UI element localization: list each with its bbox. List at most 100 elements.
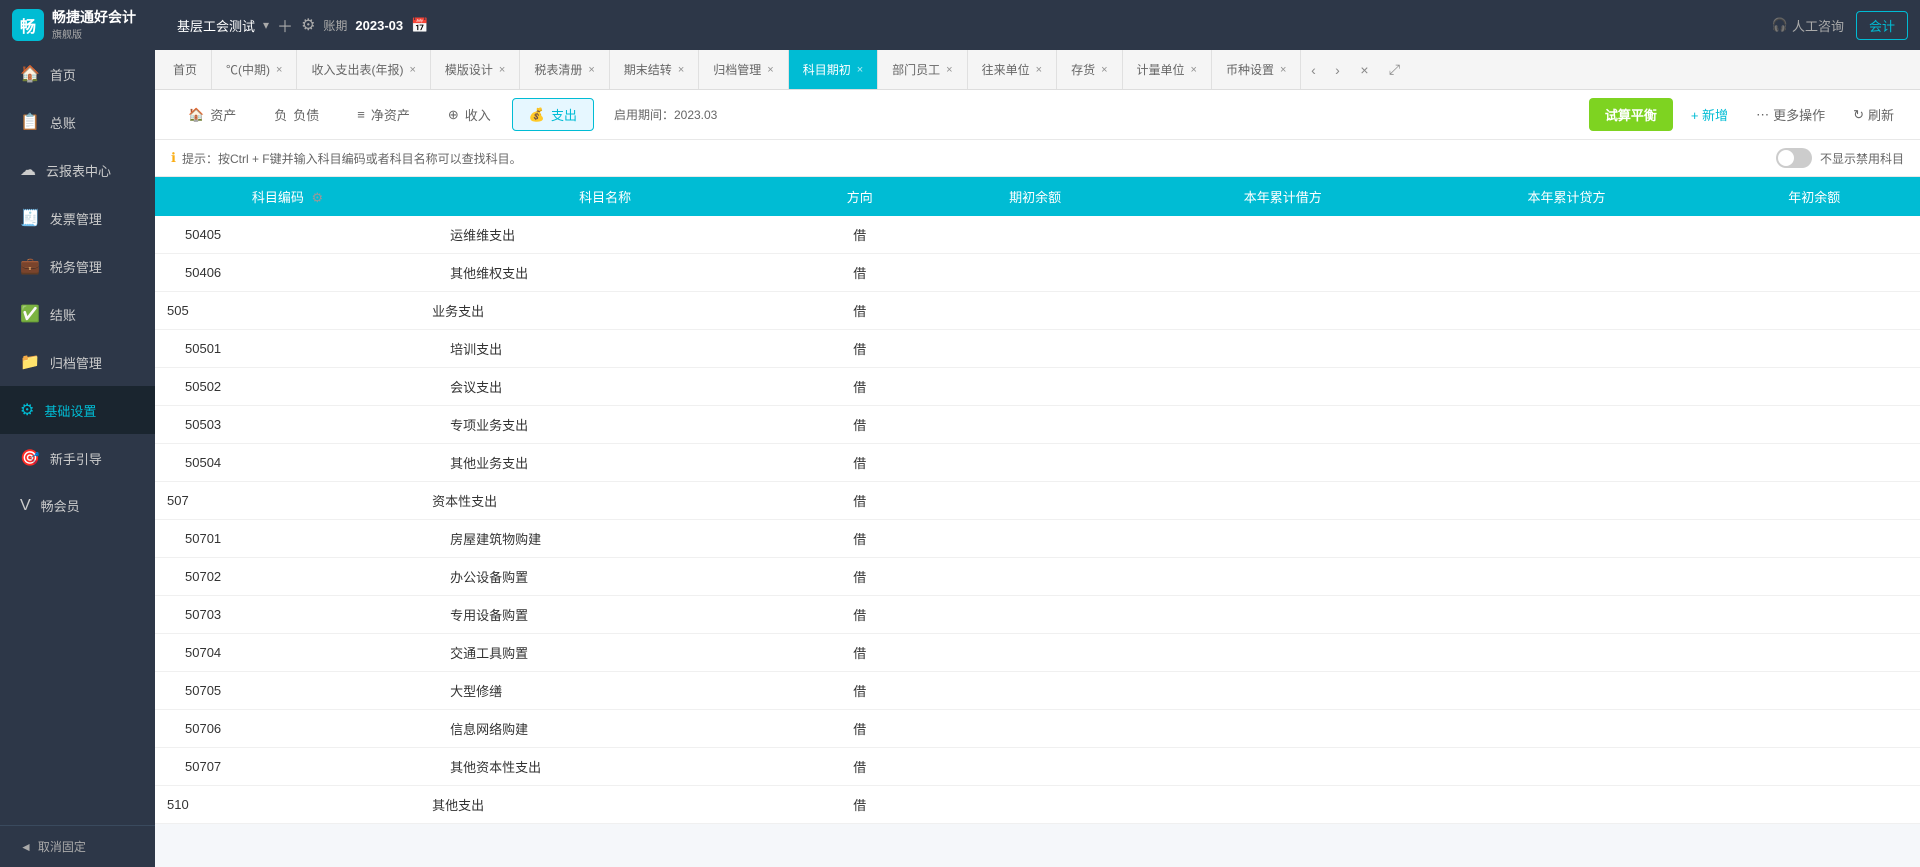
cell-ytd-credit — [1425, 748, 1709, 786]
tab-template[interactable]: 模版设计 × — [431, 50, 520, 90]
account-button[interactable]: 会计 — [1856, 11, 1908, 40]
tab-currency-close[interactable]: × — [1280, 64, 1286, 76]
tab-tax-table[interactable]: 税表清册 × — [520, 50, 609, 90]
tab-archive-mgmt[interactable]: 归档管理 × — [699, 50, 788, 90]
table-row[interactable]: 50502会议支出借 — [155, 368, 1920, 406]
tab-archive-mgmt-close[interactable]: × — [767, 64, 773, 76]
tab-inventory-label: 存货 — [1071, 61, 1095, 78]
tab-annual-report[interactable]: 收入支出表(年报) × — [297, 50, 430, 90]
tab-subject-init[interactable]: 科目期初 × — [789, 50, 878, 90]
sidebar-item-reports[interactable]: ☁ 云报表中心 — [0, 146, 155, 194]
sidebar-item-archive[interactable]: 📁 归档管理 — [0, 338, 155, 386]
sidebar-item-tax[interactable]: 💼 税务管理 — [0, 242, 155, 290]
table-row[interactable]: 50706信息网络购建借 — [155, 710, 1920, 748]
tab-currency[interactable]: 币种设置 × — [1212, 50, 1301, 90]
tab-dept-staff-close[interactable]: × — [946, 64, 952, 76]
add-tab-button[interactable]: ＋ — [277, 13, 293, 37]
add-button[interactable]: + 新增 — [1681, 98, 1738, 131]
tab-counterparty-close[interactable]: × — [1036, 64, 1042, 76]
table-row[interactable]: 50406其他维权支出借 — [155, 254, 1920, 292]
table-row[interactable]: 50704交通工具购置借 — [155, 634, 1920, 672]
tab-dept-staff[interactable]: 部门员工 × — [878, 50, 967, 90]
table-row[interactable]: 507资本性支出借 — [155, 482, 1920, 520]
table-row[interactable]: 50702办公设备购置借 — [155, 558, 1920, 596]
cell-ytd-debit — [1141, 368, 1425, 406]
table-row[interactable]: 50705大型修缮借 — [155, 672, 1920, 710]
tab-unit-close[interactable]: × — [1191, 64, 1197, 76]
sub-tab-equity-label: 净资产 — [371, 105, 410, 124]
table-row[interactable]: 50504其他业务支出借 — [155, 444, 1920, 482]
cell-ytd-credit — [1425, 368, 1709, 406]
sidebar-item-guide[interactable]: 🎯 新手引导 — [0, 434, 155, 482]
sidebar-item-settings[interactable]: ⚙ 基础设置 — [0, 386, 155, 434]
tab-period-transfer[interactable]: 期末结转 × — [610, 50, 699, 90]
tab-prev-button[interactable]: ‹ — [1301, 50, 1325, 90]
sidebar-collapse-button[interactable]: ◄ 取消固定 — [0, 825, 155, 867]
table-row[interactable]: 505业务支出借 — [155, 292, 1920, 330]
refresh-button[interactable]: ↻ 刷新 — [1843, 98, 1904, 131]
cell-ytd-credit — [1425, 558, 1709, 596]
tab-counterparty[interactable]: 往来单位 × — [968, 50, 1057, 90]
table-row[interactable]: 510其他支出借 — [155, 786, 1920, 824]
headset-icon: 🎧 — [1772, 17, 1788, 33]
table-row[interactable]: 50703专用设备购置借 — [155, 596, 1920, 634]
sidebar-item-closing[interactable]: ✅ 结账 — [0, 290, 155, 338]
asset-icon: 🏠 — [188, 107, 204, 123]
sub-tab-equity[interactable]: ≡ 净资产 — [340, 98, 427, 131]
tab-mid-period[interactable]: ℃(中期) × — [212, 50, 297, 90]
sidebar-item-member[interactable]: V 畅会员 — [0, 482, 155, 529]
header-ytd-credit: 本年累计贷方 — [1425, 177, 1709, 216]
content-area: 首页 ℃(中期) × 收入支出表(年报) × 模版设计 × 税表清册 × — [155, 50, 1920, 867]
tab-next-button[interactable]: › — [1325, 50, 1349, 90]
sidebar-item-home[interactable]: 🏠 首页 — [0, 50, 155, 98]
sub-tab-liability[interactable]: 负 负债 — [257, 98, 336, 131]
sidebar-item-ledger[interactable]: 📋 总账 — [0, 98, 155, 146]
calendar-icon[interactable]: 📅 — [411, 17, 428, 34]
cell-ytd-credit — [1425, 520, 1709, 558]
table-row[interactable]: 50501培训支出借 — [155, 330, 1920, 368]
collapse-label: 取消固定 — [38, 838, 86, 855]
sidebar-item-invoice[interactable]: 🧾 发票管理 — [0, 194, 155, 242]
tab-tax-table-close[interactable]: × — [588, 64, 594, 76]
calculate-button[interactable]: 试算平衡 — [1589, 98, 1673, 131]
sidebar-label-archive: 归档管理 — [50, 353, 102, 372]
hint-bar: ℹ 提示：按Ctrl + F键并输入科目编码或者科目名称可以查找科目。 不显示禁… — [155, 140, 1920, 177]
logo-icon: 畅 — [12, 9, 44, 41]
tab-inventory-close[interactable]: × — [1101, 64, 1107, 76]
sub-tab-expense-label: 支出 — [551, 105, 577, 124]
tab-mid-period-close[interactable]: × — [276, 64, 282, 76]
sub-tab-asset[interactable]: 🏠 资产 — [171, 98, 253, 131]
sub-tab-income-label: 收入 — [465, 105, 491, 124]
tab-expand-button[interactable]: ⤢ — [1379, 50, 1409, 90]
tab-subject-init-close[interactable]: × — [857, 64, 863, 76]
cell-year-opening — [1708, 596, 1920, 634]
tab-close-all-button[interactable]: × — [1349, 50, 1379, 90]
tab-unit[interactable]: 计量单位 × — [1123, 50, 1212, 90]
table-row[interactable]: 50405运维维支出借 — [155, 216, 1920, 254]
cell-direction: 借 — [790, 406, 929, 444]
sub-tab-income[interactable]: ⊕ 收入 — [431, 98, 508, 131]
company-dropdown-icon[interactable]: ▾ — [263, 18, 269, 32]
table-row[interactable]: 50707其他资本性支出借 — [155, 748, 1920, 786]
cell-direction: 借 — [790, 558, 929, 596]
tab-period-transfer-close[interactable]: × — [678, 64, 684, 76]
sub-tab-expense[interactable]: 💰 支出 — [512, 98, 594, 131]
tab-home[interactable]: 首页 — [159, 50, 212, 90]
disable-toggle[interactable] — [1776, 148, 1812, 168]
more-button[interactable]: ⋯ 更多操作 — [1746, 98, 1835, 131]
settings-icon[interactable]: ⚙ — [301, 15, 315, 35]
column-settings-icon[interactable]: ⚙ — [312, 190, 324, 205]
tab-template-close[interactable]: × — [499, 64, 505, 76]
cell-name: 资本性支出 — [420, 482, 790, 520]
toggle-label: 不显示禁用科目 — [1820, 150, 1904, 167]
table-row[interactable]: 50503专项业务支出借 — [155, 406, 1920, 444]
cell-ytd-debit — [1141, 292, 1425, 330]
cell-ytd-debit — [1141, 444, 1425, 482]
table-wrapper[interactable]: 科目编码 ⚙ 科目名称 方向 期初余额 本年累计借方 本年累计贷方 年初余额 — [155, 177, 1920, 867]
table-row[interactable]: 50701房屋建筑物购建借 — [155, 520, 1920, 558]
cloud-icon: ☁ — [20, 160, 36, 180]
help-button[interactable]: 🎧 人工咨询 — [1772, 16, 1844, 35]
tab-period-transfer-label: 期末结转 — [624, 61, 672, 78]
tab-inventory[interactable]: 存货 × — [1057, 50, 1122, 90]
tab-annual-report-close[interactable]: × — [409, 64, 415, 76]
